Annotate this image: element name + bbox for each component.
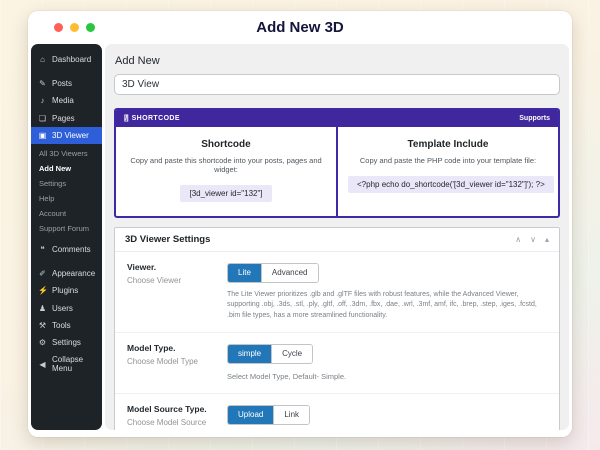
viewer-description: The Lite Viewer prioritizes .glb and .gl… xyxy=(227,290,537,319)
sidebar-item-label: Collapse Menu xyxy=(52,355,84,374)
shortcode-title: Shortcode xyxy=(201,139,251,150)
model-type-option-simple[interactable]: simple xyxy=(228,345,272,363)
settings-panel-title: 3D Viewer Settings xyxy=(125,234,211,245)
sidebar-item-users[interactable]: ♟ Users xyxy=(31,300,102,317)
model-type-setting-row: Model Type. Choose Model Type simple Cyc… xyxy=(115,333,559,394)
shortcode-code[interactable]: [3d_viewer id="132"] xyxy=(180,185,272,202)
settings-icon: ⚙ xyxy=(38,337,47,347)
sidebar-item-label: Plugins xyxy=(52,286,79,296)
sidebar-subitem-add-new[interactable]: Add New xyxy=(31,161,102,176)
sidebar-item-label: Posts xyxy=(52,79,73,89)
settings-panel: 3D Viewer Settings ∧ ∨ ▴ Viewer. Choose … xyxy=(114,227,560,430)
model-type-description: Select Model Type, Default- Simple. xyxy=(227,371,347,381)
shortcode-section: Shortcode Copy and paste this shortcode … xyxy=(116,127,336,216)
sidebar-item-label: Users xyxy=(52,303,73,313)
supports-link[interactable]: Supports xyxy=(519,115,550,122)
viewer-option-advanced[interactable]: Advanced xyxy=(260,264,318,282)
sidebar-item-settings[interactable]: ⚙ Settings xyxy=(31,334,102,351)
sidebar-item-label: Pages xyxy=(52,113,75,123)
sidebar-item-label: 3D Viewer xyxy=(52,130,89,140)
settings-panel-header: 3D Viewer Settings ∧ ∨ ▴ xyxy=(115,228,559,252)
sidebar-item-tools[interactable]: ⚒ Tools xyxy=(31,317,102,334)
move-up-icon[interactable]: ∧ xyxy=(515,235,521,244)
users-icon: ♟ xyxy=(38,303,47,313)
title-input[interactable] xyxy=(114,74,560,95)
viewer-sublabel: Choose Viewer xyxy=(127,276,182,285)
sidebar-item-label: Tools xyxy=(52,320,71,330)
shortcode-description: Copy and paste this shortcode into your … xyxy=(130,156,322,174)
shortcode-header-label: SHORTCODE xyxy=(131,115,180,122)
titlebar: Add New 3D xyxy=(28,11,572,44)
admin-sidebar: ⌂ Dashboard ✎ Posts ♪ Media ❏ Pages ▣ 3D… xyxy=(31,44,102,430)
sidebar-item-label: Settings xyxy=(52,337,81,347)
model-type-sublabel: Choose Model Type xyxy=(127,357,199,367)
sidebar-item-collapse-menu[interactable]: ◀ Collapse Menu xyxy=(31,351,102,377)
sidebar-item-pages[interactable]: ❏ Pages xyxy=(31,110,102,127)
viewer-setting-row: Viewer. Choose Viewer Lite Advanced The … xyxy=(115,252,559,334)
model-source-option-link[interactable]: Link xyxy=(273,405,310,424)
sidebar-subitem-support-forum[interactable]: Support Forum xyxy=(31,221,102,236)
sidebar-item-media[interactable]: ♪ Media xyxy=(31,92,102,109)
toggle-panel-icon[interactable]: ▴ xyxy=(545,235,549,244)
viewer-toggle-group: Lite Advanced xyxy=(227,263,319,283)
sidebar-item-label: Comments xyxy=(52,244,91,254)
plugins-icon: ⚡ xyxy=(38,286,48,296)
model-source-toggle-group: Upload Link xyxy=(227,404,311,425)
sidebar-item-label: Dashboard xyxy=(52,55,92,64)
viewer-option-lite[interactable]: Lite xyxy=(228,264,261,282)
sidebar-subitem-account[interactable]: Account xyxy=(31,206,102,221)
shortcode-panel: [/] SHORTCODE Supports Shortcode Copy an… xyxy=(114,108,560,218)
pages-icon: ❏ xyxy=(38,113,47,123)
move-down-icon[interactable]: ∨ xyxy=(530,235,536,244)
sidebar-item-dashboard[interactable]: ⌂ Dashboard xyxy=(31,51,102,68)
template-include-title: Template Include xyxy=(407,139,489,150)
sidebar-item-label: Appearance xyxy=(52,269,96,279)
model-type-label: Model Type. xyxy=(127,343,176,354)
model-type-toggle-group: simple Cycle xyxy=(227,344,314,364)
dashboard-icon: ⌂ xyxy=(40,55,45,64)
sidebar-subitem-settings[interactable]: Settings xyxy=(31,176,102,191)
tools-icon: ⚒ xyxy=(38,320,47,330)
sidebar-subitem-all-3d-viewers[interactable]: All 3D Viewers xyxy=(31,146,102,161)
sidebar-item-plugins[interactable]: ⚡ Plugins xyxy=(31,282,102,299)
sidebar-item-appearance[interactable]: ✐ Appearance xyxy=(31,265,102,282)
model-source-type-setting-row: Model Source Type. Choose Model Source U… xyxy=(115,394,559,430)
app-window: Add New 3D ⌂ Dashboard ✎ Posts ♪ Media ❏… xyxy=(28,11,572,437)
template-include-description: Copy and paste the PHP code into your te… xyxy=(359,156,537,165)
sidebar-item-comments[interactable]: ❝ Comments xyxy=(31,241,102,258)
sidebar-item-label: Media xyxy=(52,96,74,106)
window-title: Add New 3D xyxy=(256,19,344,36)
collapse-menu-icon: ◀ xyxy=(39,359,46,369)
model-source-type-label: Model Source Type. xyxy=(127,403,207,414)
traffic-lights xyxy=(54,23,95,32)
3d-viewer-icon: ▣ xyxy=(38,130,47,140)
close-window-button[interactable] xyxy=(54,23,63,32)
template-include-section: Template Include Copy and paste the PHP … xyxy=(336,127,558,216)
template-include-code[interactable]: <?php echo do_shortcode('[3d_viewer id="… xyxy=(348,176,554,193)
appearance-icon: ✐ xyxy=(39,269,46,279)
maximize-window-button[interactable] xyxy=(86,23,95,32)
shortcode-icon: [/] xyxy=(124,115,129,122)
model-type-option-cycle[interactable]: Cycle xyxy=(271,345,313,363)
media-icon: ♪ xyxy=(40,96,45,106)
posts-icon: ✎ xyxy=(39,79,46,89)
comments-icon: ❝ xyxy=(40,244,45,254)
3d-viewer-submenu: All 3D Viewers Add New Settings Help Acc… xyxy=(31,144,102,241)
sidebar-item-3d-viewer[interactable]: ▣ 3D Viewer xyxy=(31,126,102,144)
page-title: Add New xyxy=(115,55,160,67)
sidebar-subitem-help[interactable]: Help xyxy=(31,191,102,206)
model-source-type-sublabel: Choose Model Source xyxy=(127,417,207,427)
model-source-option-upload[interactable]: Upload xyxy=(228,405,274,424)
shortcode-panel-header: [/] SHORTCODE Supports xyxy=(116,110,558,127)
minimize-window-button[interactable] xyxy=(70,23,79,32)
viewer-label: Viewer. xyxy=(127,262,157,272)
main-content: Add New [/] SHORTCODE Supports Shortcode… xyxy=(105,44,569,430)
sidebar-item-posts[interactable]: ✎ Posts xyxy=(31,75,102,92)
